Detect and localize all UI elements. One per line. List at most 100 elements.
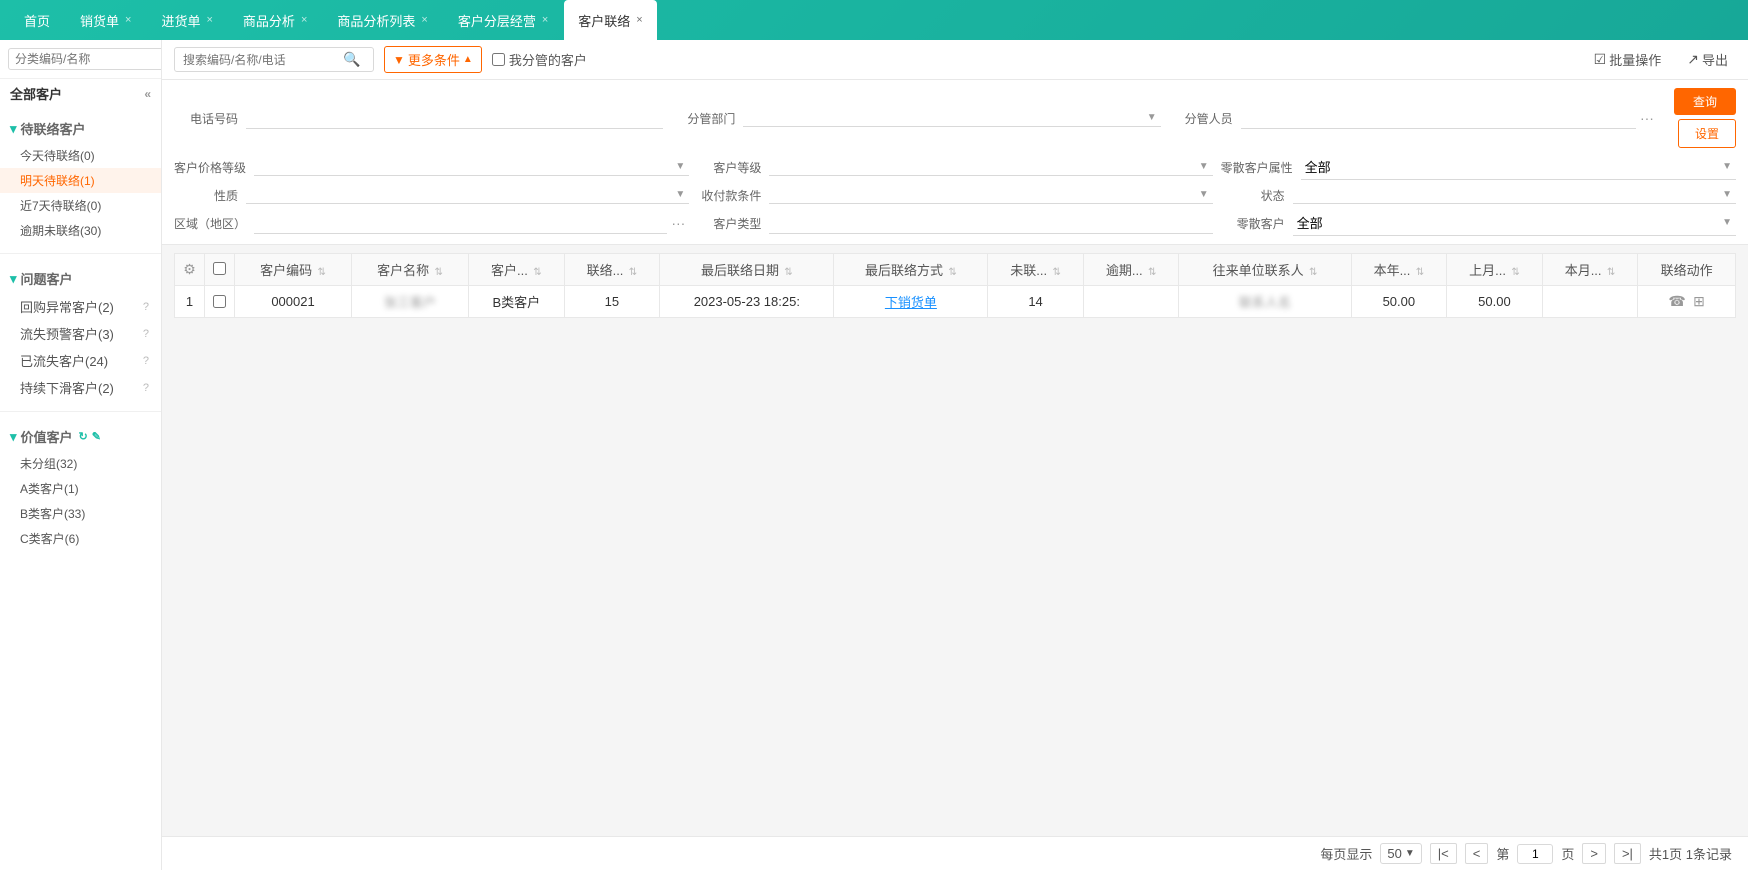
action-grid-icon[interactable]: ⊞ [1693,293,1705,309]
sidebar-item-churn-warn[interactable]: 流失预警客户(3) ? [0,320,161,347]
nav-customer-tier[interactable]: 客户分层经营 × [444,0,562,40]
sort-last-month-icon: ⇅ [1511,267,1519,278]
search-box: 🔍 [174,47,374,72]
more-conditions-btn[interactable]: ▼ 更多条件 ▲ [384,46,482,73]
page-size-arrow-icon: ▼ [1405,848,1415,859]
sort-this-month-icon: ⇅ [1607,267,1615,278]
pending-section-header[interactable]: ▾ 待联络客户 [0,114,161,143]
nav-purchase-close[interactable]: × [206,14,212,26]
th-settings[interactable]: ⚙ [175,254,205,286]
customer-type-input[interactable] [769,213,1212,234]
sidebar-item-overdue[interactable]: 逾期未联络(30) [0,218,161,243]
next-page-btn[interactable]: > [1582,843,1606,864]
nav-customer-contact-close[interactable]: × [636,14,642,26]
row-checkbox[interactable] [213,295,226,308]
status-arrow-icon: ▼ [1722,189,1732,200]
payment-select[interactable]: ▼ [769,186,1212,204]
nav-goods-analysis-list-close[interactable]: × [421,14,427,26]
nav-customer-tier-label: 客户分层经营 [458,11,536,30]
batch-ops-btn[interactable]: ☑ 批量操作 [1586,47,1670,72]
person-input[interactable] [1241,108,1636,129]
retail-customer-select[interactable]: 全部 ▼ [1293,210,1736,236]
region-more-icon[interactable]: ··· [667,215,689,231]
sidebar-item-tomorrow[interactable]: 明天待联络(1) [0,168,161,193]
nav-sales[interactable]: 销货单 × [66,0,145,40]
top-nav: 首页 销货单 × 进货单 × 商品分析 × 商品分析列表 × 客户分层经营 × … [0,0,1748,40]
th-contact-count[interactable]: 联络... ⇅ [564,254,660,286]
value-tier-select[interactable]: ▼ [254,158,689,176]
sidebar-item-type-c[interactable]: C类客户(6) [0,526,161,551]
th-this-year[interactable]: 本年... ⇅ [1351,254,1447,286]
main-layout: 🔍 全部客户 « ▾ 待联络客户 今天待联络(0) 明天待联络(1) 近7天待联… [0,40,1748,870]
sidebar-item-type-a[interactable]: A类客户(1) [0,476,161,501]
phone-input[interactable] [246,108,663,129]
payment-arrow-icon: ▼ [1199,189,1209,200]
td-check[interactable] [205,286,235,318]
nav-customer-tier-close[interactable]: × [542,14,548,26]
region-input[interactable] [254,213,667,234]
gender-select[interactable]: ▼ [246,186,689,204]
problem-section: ▾ 问题客户 回购异常客户(2) ? 流失预警客户(3) ? 已流失客户(24)… [0,258,161,407]
collapse-icon[interactable]: « [144,87,151,101]
nav-customer-contact-label: 客户联络 [578,11,630,30]
my-customers-checkbox[interactable]: 我分管的客户 [492,50,587,69]
retail-attr-select[interactable]: 全部 ▼ [1301,154,1736,180]
filter-payment: 收付款条件 ▼ [697,186,1212,204]
last-page-btn[interactable]: >| [1614,843,1641,864]
select-all-checkbox[interactable] [213,262,226,275]
nav-customer-contact[interactable]: 客户联络 × [564,0,656,40]
nav-purchase-label: 进货单 [161,11,200,30]
filter-row-2: 客户价格等级 ▼ 客户等级 ▼ 零散客户属性 全部 [174,154,1736,180]
nav-goods-analysis-close[interactable]: × [301,14,307,26]
th-last-date[interactable]: 最后联络日期 ⇅ [660,254,834,286]
search-input[interactable] [183,53,343,67]
all-customers-header[interactable]: 全部客户 « [0,79,161,108]
nav-goods-analysis[interactable]: 商品分析 × [229,0,321,40]
nav-home[interactable]: 首页 [10,0,64,40]
sort-name-icon: ⇅ [435,267,443,278]
status-select[interactable]: ▼ [1293,186,1736,204]
customer-tier-arrow-icon: ▼ [1199,161,1209,172]
th-customer-type[interactable]: 客户... ⇅ [469,254,565,286]
all-customers-label: 全部客户 [10,84,62,103]
set-btn[interactable]: 设置 [1678,119,1736,148]
query-btn[interactable]: 查询 [1674,88,1736,115]
first-page-btn[interactable]: |< [1430,843,1457,864]
th-check[interactable] [205,254,235,286]
settings-icon[interactable]: ⚙ [183,261,196,277]
sidebar-item-week[interactable]: 近7天待联络(0) [0,193,161,218]
problem-section-header[interactable]: ▾ 问题客户 [0,264,161,293]
export-btn[interactable]: ↗ 导出 [1679,47,1736,72]
page-input[interactable] [1517,844,1553,864]
nav-purchase[interactable]: 进货单 × [147,0,226,40]
person-more-icon[interactable]: ··· [1636,110,1658,126]
prev-page-btn[interactable]: < [1465,843,1489,864]
th-this-month[interactable]: 本月... ⇅ [1542,254,1638,286]
sidebar-item-churned[interactable]: 已流失客户(24) ? [0,347,161,374]
sidebar-item-type-b[interactable]: B类客户(33) [0,501,161,526]
th-last-method[interactable]: 最后联络方式 ⇅ [834,254,988,286]
last-method-link[interactable]: 下销货单 [885,295,937,310]
nav-goods-analysis-list[interactable]: 商品分析列表 × [323,0,441,40]
value-section-header[interactable]: ▾ 价值客户 ↻ ✎ [0,422,161,451]
th-last-month[interactable]: 上月... ⇅ [1447,254,1543,286]
th-uncontacted[interactable]: 未联... ⇅ [988,254,1084,286]
sidebar-item-today[interactable]: 今天待联络(0) [0,143,161,168]
total-label: 共1页 1条记录 [1649,844,1732,863]
my-customers-check-input[interactable] [492,53,505,66]
action-phone-icon[interactable]: ☎ [1668,293,1685,309]
sort-contact-count-icon: ⇅ [629,267,637,278]
search-icon[interactable]: 🔍 [343,51,360,68]
dept-select[interactable]: ▼ [743,109,1160,127]
th-code[interactable]: 客户编码 ⇅ [235,254,352,286]
customer-tier-select[interactable]: ▼ [769,158,1212,176]
sidebar-item-declining[interactable]: 持续下滑客户(2) ? [0,374,161,401]
page-size-select[interactable]: 50 ▼ [1380,843,1421,864]
sidebar-item-ungrouped[interactable]: 未分组(32) [0,451,161,476]
nav-sales-close[interactable]: × [125,14,131,26]
th-overdue[interactable]: 逾期... ⇅ [1083,254,1179,286]
th-name[interactable]: 客户名称 ⇅ [352,254,469,286]
th-contact-person[interactable]: 往来单位联系人 ⇅ [1179,254,1351,286]
sidebar-search-input[interactable] [8,48,162,70]
sidebar-item-repurchase[interactable]: 回购异常客户(2) ? [0,293,161,320]
